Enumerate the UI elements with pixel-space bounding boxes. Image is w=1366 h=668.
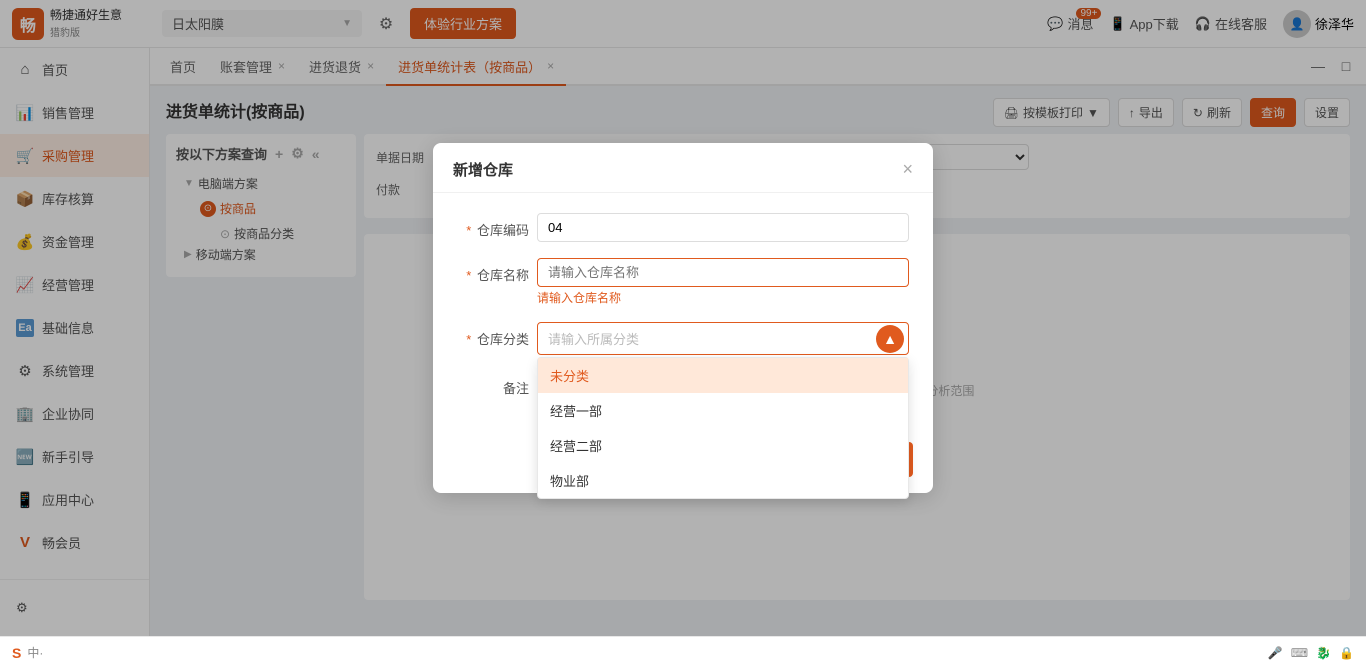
dropdown-item-1-label: 经营一部 xyxy=(550,404,602,419)
category-placeholder: 请输入所属分类 xyxy=(548,329,639,348)
code-label-text: 仓库编码 xyxy=(477,223,529,238)
warehouse-category-label: * 仓库分类 xyxy=(457,322,537,348)
dropdown-item-1[interactable]: 经营一部 xyxy=(538,393,908,428)
name-label-text: 仓库名称 xyxy=(477,268,529,283)
required-star-name: * xyxy=(466,268,471,283)
modal-close-button[interactable]: × xyxy=(902,159,913,180)
warehouse-code-input[interactable] xyxy=(537,213,909,242)
required-star-category: * xyxy=(466,332,471,347)
status-text: 中· xyxy=(27,644,43,661)
warehouse-remark-label: 备注 xyxy=(457,371,537,397)
remark-label-text: 备注 xyxy=(503,381,529,396)
warehouse-category-row: * 仓库分类 请输入所属分类 ▲ 未分类 经营一部 xyxy=(457,322,909,355)
warehouse-name-input[interactable] xyxy=(537,258,909,287)
dragon-icon[interactable]: 🐉 xyxy=(1316,646,1331,660)
keyboard-icon[interactable]: ⌨ xyxy=(1291,646,1308,660)
category-dropdown-list: 未分类 经营一部 经营二部 物业部 xyxy=(537,357,909,499)
category-label-text: 仓库分类 xyxy=(477,332,529,347)
warehouse-name-wrap: 请输入仓库名称 xyxy=(537,258,909,306)
warehouse-code-row: * 仓库编码 xyxy=(457,213,909,242)
dropdown-item-0[interactable]: 未分类 xyxy=(538,358,908,393)
status-left: S 中· xyxy=(12,644,43,661)
lock-icon[interactable]: 🔒 xyxy=(1339,646,1354,660)
warehouse-category-wrap: 请输入所属分类 ▲ 未分类 经营一部 经营二部 xyxy=(537,322,909,355)
required-star-code: * xyxy=(466,223,471,238)
warehouse-name-error: 请输入仓库名称 xyxy=(537,289,909,306)
status-icons: 🎤 ⌨ 🐉 🔒 xyxy=(1268,646,1354,660)
warehouse-code-label: * 仓库编码 xyxy=(457,213,537,239)
category-up-arrow: ▲ xyxy=(876,325,904,353)
warehouse-name-row: * 仓库名称 请输入仓库名称 xyxy=(457,258,909,306)
category-dropdown-trigger[interactable]: 请输入所属分类 ▲ xyxy=(537,322,909,355)
dropdown-item-3[interactable]: 物业部 xyxy=(538,463,908,498)
add-warehouse-modal: 新增仓库 × * 仓库编码 * 仓库名称 xyxy=(433,143,933,493)
dropdown-item-2-label: 经营二部 xyxy=(550,439,602,454)
dropdown-item-3-label: 物业部 xyxy=(550,474,589,489)
sogou-icon: S xyxy=(12,645,21,661)
modal-overlay[interactable]: 新增仓库 × * 仓库编码 * 仓库名称 xyxy=(0,0,1366,636)
warehouse-name-label: * 仓库名称 xyxy=(457,258,537,284)
mic-icon[interactable]: 🎤 xyxy=(1268,646,1283,660)
warehouse-code-wrap xyxy=(537,213,909,242)
modal-title: 新增仓库 xyxy=(453,159,513,180)
status-bar: S 中· 🎤 ⌨ 🐉 🔒 xyxy=(0,636,1366,668)
dropdown-item-0-label: 未分类 xyxy=(550,369,589,384)
modal-header: 新增仓库 × xyxy=(433,143,933,193)
dropdown-item-2[interactable]: 经营二部 xyxy=(538,428,908,463)
modal-body: * 仓库编码 * 仓库名称 请输入仓库名称 xyxy=(433,193,933,432)
